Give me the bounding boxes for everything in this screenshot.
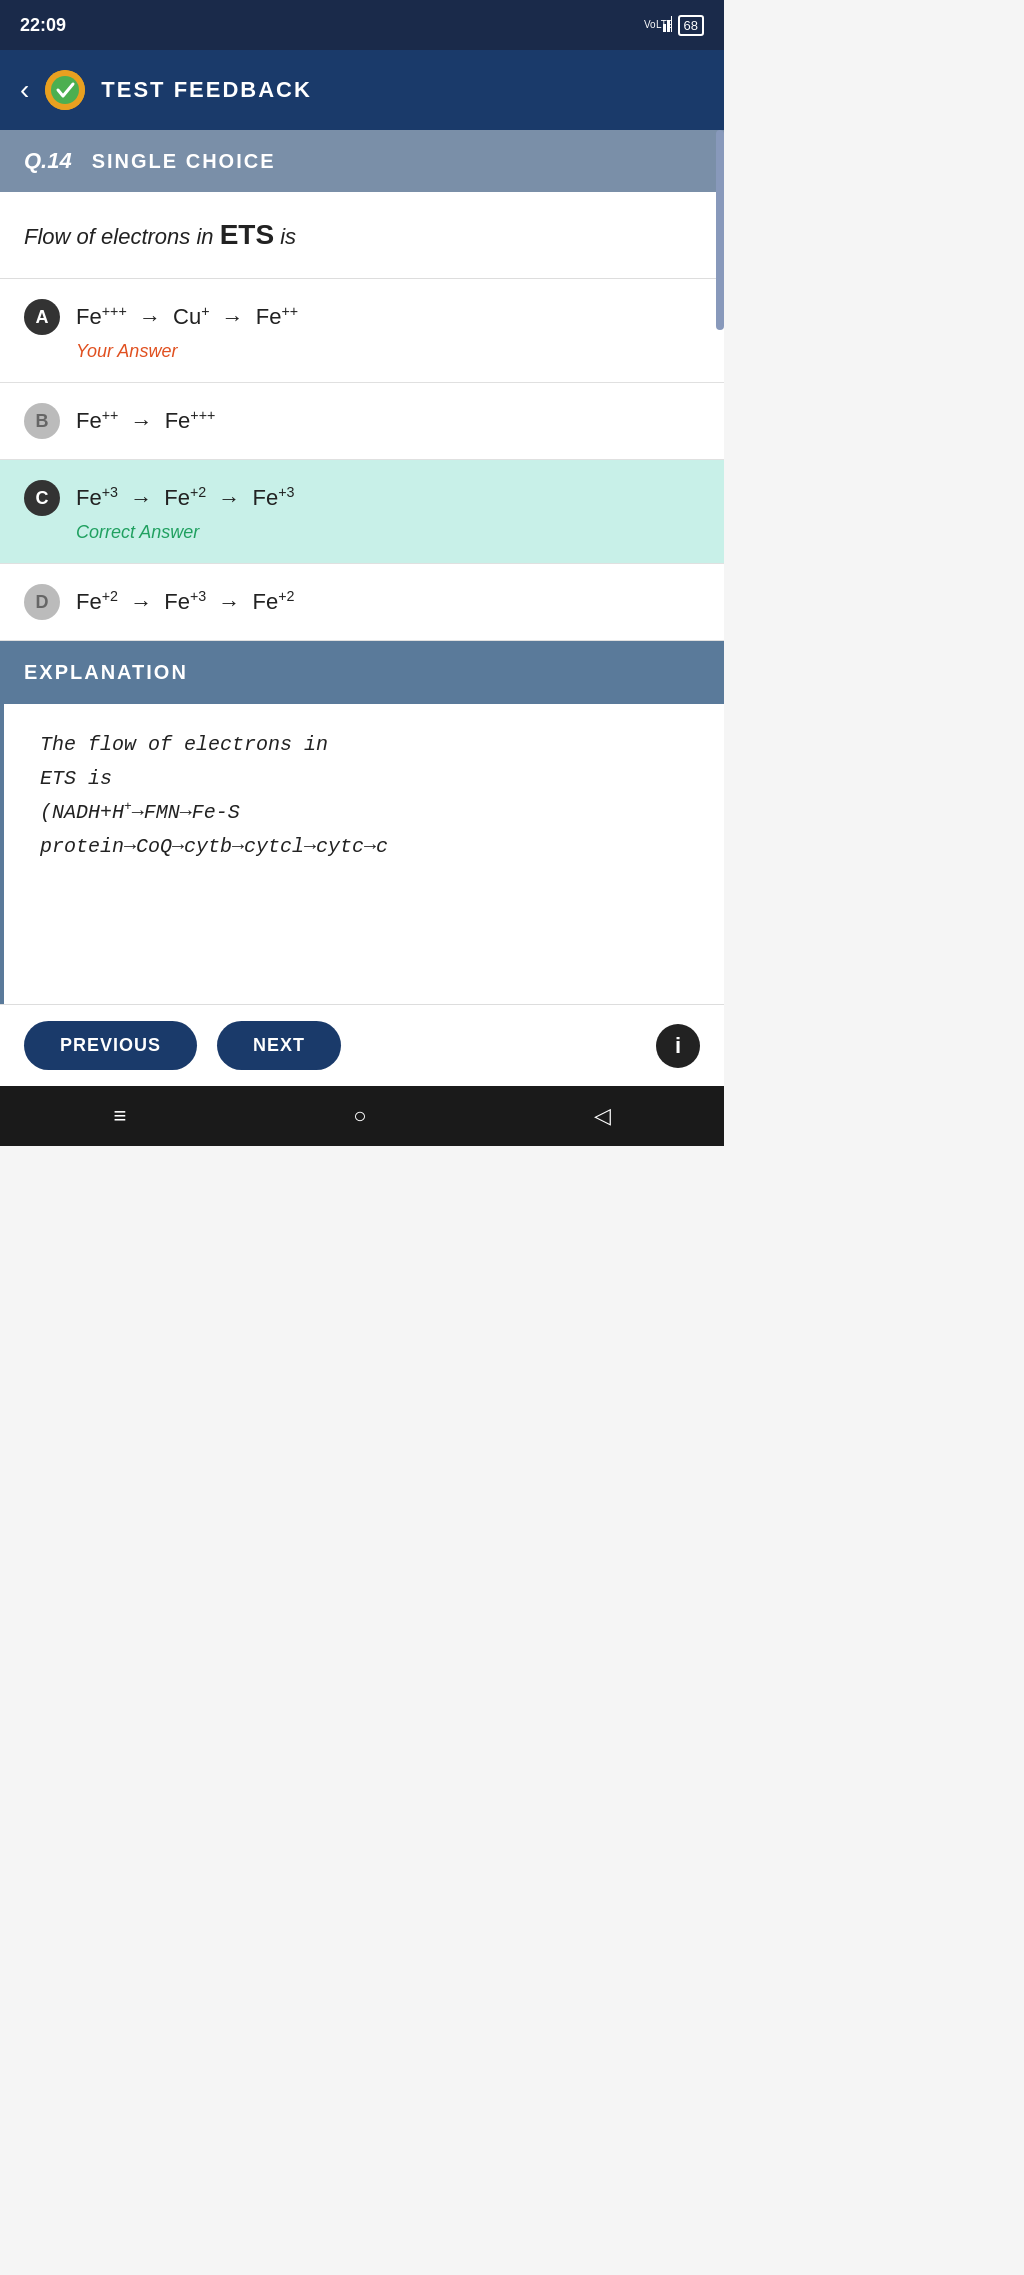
question-ets: ETS <box>220 219 274 250</box>
bottom-bar: PREVIOUS NEXT i <box>0 1004 724 1086</box>
next-button[interactable]: NEXT <box>217 1021 341 1070</box>
option-c-text: Fe+3 → Fe+2 → Fe+3 <box>76 484 294 511</box>
previous-button[interactable]: PREVIOUS <box>24 1021 197 1070</box>
svg-rect-4 <box>671 16 672 32</box>
home-icon[interactable]: ○ <box>353 1103 366 1129</box>
svg-rect-2 <box>663 24 666 32</box>
question-text: Flow of electrons in ETS is <box>0 192 724 279</box>
explanation-body: The flow of electrons in ETS is (NADH+H+… <box>0 704 724 1004</box>
question-number: Q.14 <box>24 148 72 174</box>
svg-point-6 <box>51 76 79 104</box>
question-text-prefix: Flow of electrons in <box>24 224 220 249</box>
app-logo <box>45 70 85 110</box>
option-b-text: Fe++ → Fe+++ <box>76 407 215 434</box>
info-button[interactable]: i <box>656 1024 700 1068</box>
option-b[interactable]: B Fe++ → Fe+++ <box>0 383 724 460</box>
explanation-text: The flow of electrons in ETS is (NADH+H+… <box>40 728 700 864</box>
option-d-text: Fe+2 → Fe+3 → Fe+2 <box>76 588 294 615</box>
status-icons: Vo LTE 68 <box>644 14 704 37</box>
your-answer-label: Your Answer <box>76 341 700 362</box>
option-a-circle: A <box>24 299 60 335</box>
option-c[interactable]: C Fe+3 → Fe+2 → Fe+3 Correct Answer <box>0 460 724 564</box>
status-bar: 22:09 Vo LTE 68 <box>0 0 724 50</box>
signal-icon: Vo LTE <box>644 14 672 37</box>
option-c-circle: C <box>24 480 60 516</box>
explanation-title: EXPLANATION <box>24 661 188 683</box>
nav-bar: ≡ ○ ◁ <box>0 1086 724 1146</box>
svg-text:Vo: Vo <box>644 19 656 30</box>
question-text-suffix: is <box>280 224 296 249</box>
option-b-circle: B <box>24 403 60 439</box>
menu-icon[interactable]: ≡ <box>113 1103 126 1129</box>
battery-indicator: 68 <box>678 15 704 36</box>
option-a[interactable]: A Fe+++ → Cu+ → Fe++ Your Answer <box>0 279 724 383</box>
back-button[interactable]: ‹ <box>20 74 29 106</box>
question-header: Q.14 SINGLE CHOICE <box>0 130 724 192</box>
header-title: TEST FEEDBACK <box>101 77 312 103</box>
back-nav-icon[interactable]: ◁ <box>594 1103 611 1129</box>
option-a-text: Fe+++ → Cu+ → Fe++ <box>76 303 298 330</box>
correct-answer-label: Correct Answer <box>76 522 700 543</box>
header: ‹ TEST FEEDBACK <box>0 50 724 130</box>
svg-rect-3 <box>667 20 670 32</box>
option-d-circle: D <box>24 584 60 620</box>
status-time: 22:09 <box>20 15 66 36</box>
scroll-indicator[interactable] <box>716 130 724 330</box>
question-type: SINGLE CHOICE <box>92 150 276 173</box>
option-d[interactable]: D Fe+2 → Fe+3 → Fe+2 <box>0 564 724 641</box>
explanation-header: EXPLANATION <box>0 641 724 704</box>
